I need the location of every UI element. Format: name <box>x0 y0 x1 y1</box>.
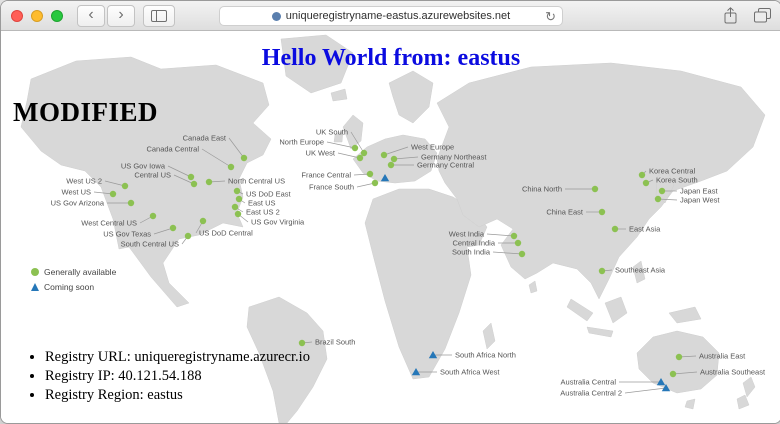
svg-text:East Asia: East Asia <box>629 225 661 234</box>
share-icon[interactable] <box>723 7 738 24</box>
coming-soon-triangle-icon <box>31 283 39 291</box>
svg-text:Central India: Central India <box>452 239 495 248</box>
svg-text:South Africa West: South Africa West <box>440 368 500 377</box>
landmass-java <box>587 327 613 337</box>
legend-generally-available: Generally available <box>31 267 116 277</box>
landmass-asia <box>437 63 765 299</box>
svg-text:West US 2: West US 2 <box>66 177 102 186</box>
landmass-new-guinea <box>669 307 701 323</box>
web-page: Canada EastCanada CentralUS Gov IowaCent… <box>1 31 780 423</box>
svg-text:Australia Southeast: Australia Southeast <box>700 368 766 377</box>
modified-label: MODIFIED <box>13 97 158 128</box>
minimize-window-button[interactable] <box>31 10 43 22</box>
svg-text:South Central US: South Central US <box>121 240 179 249</box>
svg-text:US Gov Texas: US Gov Texas <box>103 230 151 239</box>
back-button[interactable]: ‹ <box>77 5 105 27</box>
svg-text:France Central: France Central <box>301 171 351 180</box>
reload-icon[interactable]: ↻ <box>545 8 556 26</box>
landmass-australia <box>637 331 719 393</box>
sidebar-toggle-button[interactable] <box>143 5 175 27</box>
nav-buttons: ‹ › <box>77 5 135 27</box>
page-heading: Hello World from: eastus <box>1 45 780 72</box>
browser-toolbar: ‹ › uniqueregistryname-eastus.azurewebsi… <box>1 1 780 31</box>
svg-text:Canada East: Canada East <box>183 134 227 143</box>
svg-text:Southeast Asia: Southeast Asia <box>615 266 666 275</box>
svg-text:Australia Central 2: Australia Central 2 <box>560 389 622 398</box>
registry-info-list: Registry URL: uniqueregistryname.azurecr… <box>27 347 310 406</box>
svg-text:West Central US: West Central US <box>81 219 137 228</box>
svg-text:West US: West US <box>62 188 91 197</box>
svg-text:UK South: UK South <box>316 128 348 137</box>
svg-text:West India: West India <box>449 230 485 239</box>
legend-generally-available-label: Generally available <box>44 267 116 277</box>
landmass-sri-lanka <box>529 281 537 293</box>
svg-text:Australia East: Australia East <box>699 352 746 361</box>
svg-text:East US 2: East US 2 <box>246 208 280 217</box>
registry-ip-item: Registry IP: 40.121.54.188 <box>45 368 310 385</box>
svg-text:North Europe: North Europe <box>279 138 324 147</box>
address-bar[interactable]: uniqueregistryname-eastus.azurewebsites.… <box>219 6 563 26</box>
svg-text:South Africa North: South Africa North <box>455 351 516 360</box>
sidebar-icon <box>151 10 167 22</box>
landmass-new-zealand <box>737 377 755 409</box>
browser-window: ‹ › uniqueregistryname-eastus.azurewebsi… <box>0 0 780 424</box>
svg-text:North Central US: North Central US <box>228 177 285 186</box>
svg-text:Korea Central: Korea Central <box>649 167 696 176</box>
svg-text:China East: China East <box>546 208 584 217</box>
svg-text:Korea South: Korea South <box>656 176 698 185</box>
landmass-scandinavia <box>389 71 433 123</box>
svg-text:East US: East US <box>248 199 276 208</box>
window-controls <box>11 10 63 22</box>
registry-region-item: Registry Region: eastus <box>45 387 310 404</box>
svg-text:South India: South India <box>452 248 491 257</box>
forward-button[interactable]: › <box>107 5 135 27</box>
landmass-sumatra <box>567 299 593 321</box>
landmass-tasmania <box>685 399 695 409</box>
svg-text:Germany Central: Germany Central <box>417 161 474 170</box>
svg-text:Japan East: Japan East <box>680 187 718 196</box>
svg-text:US Gov Iowa: US Gov Iowa <box>121 162 166 171</box>
zoom-window-button[interactable] <box>51 10 63 22</box>
svg-text:US Gov Virginia: US Gov Virginia <box>251 218 305 227</box>
generally-available-dot-icon <box>31 268 39 276</box>
svg-text:UK West: UK West <box>306 149 336 158</box>
svg-text:US DoD East: US DoD East <box>246 190 292 199</box>
close-window-button[interactable] <box>11 10 23 22</box>
svg-text:China North: China North <box>522 185 562 194</box>
svg-text:Central US: Central US <box>134 171 171 180</box>
svg-text:Japan West: Japan West <box>680 196 720 205</box>
url-text: uniqueregistryname-eastus.azurewebsites.… <box>286 10 510 22</box>
legend-coming-soon: Coming soon <box>31 282 116 292</box>
landmass-iceland <box>331 89 347 101</box>
svg-text:US Gov Arizona: US Gov Arizona <box>51 199 105 208</box>
marker-france-south: France South <box>309 180 378 192</box>
toolbar-right-icons <box>723 7 771 24</box>
tab-overview-icon[interactable] <box>754 8 771 23</box>
svg-text:France South: France South <box>309 183 354 192</box>
landmass-borneo <box>605 297 627 323</box>
svg-text:US DoD Central: US DoD Central <box>199 229 253 238</box>
map-legend: Generally available Coming soon <box>31 267 116 297</box>
site-favicon-icon <box>272 12 281 21</box>
registry-url-item: Registry URL: uniqueregistryname.azurecr… <box>45 349 310 366</box>
svg-text:Brazil South: Brazil South <box>315 338 355 347</box>
svg-text:Australia Central: Australia Central <box>561 378 617 387</box>
svg-text:Canada Central: Canada Central <box>146 145 199 154</box>
landmass-madagascar <box>483 323 495 349</box>
svg-text:West Europe: West Europe <box>411 143 454 152</box>
marker-east-us: East US <box>236 196 276 208</box>
legend-coming-soon-label: Coming soon <box>44 282 94 292</box>
